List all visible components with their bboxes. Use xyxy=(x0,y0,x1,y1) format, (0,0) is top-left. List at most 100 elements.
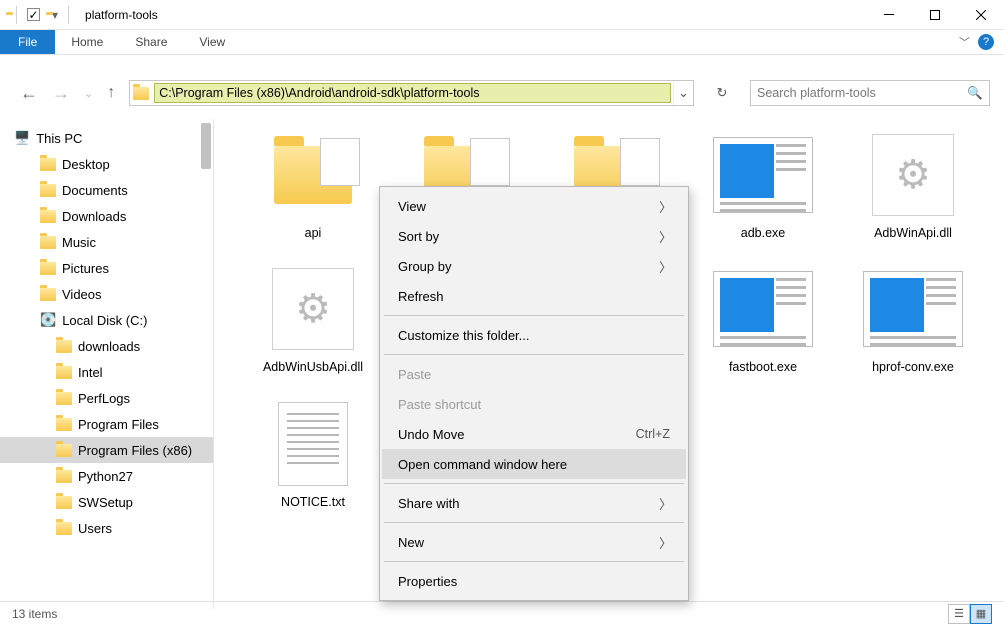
folder-icon xyxy=(56,496,72,509)
menu-item-refresh[interactable]: Refresh xyxy=(382,281,686,311)
tree-item-music[interactable]: Music xyxy=(0,229,213,255)
tree-item-label: downloads xyxy=(78,339,140,354)
details-view-button[interactable]: ☰ xyxy=(948,604,970,624)
tree-item-perflogs[interactable]: PerfLogs xyxy=(0,385,213,411)
tree-item-label: SWSetup xyxy=(78,495,133,510)
folder-icon xyxy=(56,522,72,535)
menu-separator xyxy=(384,522,684,523)
menu-item-sort-by[interactable]: Sort by〉 xyxy=(382,221,686,251)
file-item[interactable]: api xyxy=(238,133,388,241)
file-item[interactable]: adb.exe xyxy=(688,133,838,241)
folder-icon xyxy=(56,444,72,457)
menu-separator xyxy=(384,354,684,355)
file-item[interactable]: hprof-conv.exe xyxy=(838,267,988,375)
menu-item-label: New xyxy=(398,535,424,550)
tree-item-videos[interactable]: Videos xyxy=(0,281,213,307)
navigation-pane: 🖥️This PCDesktop Documents Downloads Music P… xyxy=(0,119,214,609)
menu-item-paste: Paste xyxy=(382,359,686,389)
tab-view[interactable]: View xyxy=(183,30,241,54)
address-dropdown-icon[interactable]: ⌄ xyxy=(673,81,693,105)
scrollbar-thumb[interactable] xyxy=(201,123,211,169)
file-tab[interactable]: File xyxy=(0,30,55,54)
menu-item-properties[interactable]: Properties xyxy=(382,566,686,596)
tree-item-label: Intel xyxy=(78,365,103,380)
menu-item-undo-move[interactable]: Undo MoveCtrl+Z xyxy=(382,419,686,449)
search-placeholder: Search platform-tools xyxy=(757,86,876,100)
submenu-arrow-icon: 〉 xyxy=(659,197,672,216)
tree-item-swsetup[interactable]: SWSetup xyxy=(0,489,213,515)
menu-item-open-command-window-here[interactable]: Open command window here xyxy=(382,449,686,479)
file-item[interactable]: fastboot.exe xyxy=(688,267,838,375)
tree-item-program-files[interactable]: Program Files xyxy=(0,411,213,437)
tree-item-this-pc[interactable]: 🖥️This PC xyxy=(0,125,213,151)
menu-item-share-with[interactable]: Share with〉 xyxy=(382,488,686,518)
tree-item-desktop[interactable]: Desktop xyxy=(0,151,213,177)
refresh-button[interactable]: ↻ xyxy=(708,85,736,101)
dll-icon: ⚙ xyxy=(272,268,354,350)
submenu-arrow-icon: 〉 xyxy=(659,227,672,246)
navbar: ← → ⌄ ↑ C:\Program Files (x86)\Android\a… xyxy=(0,75,1004,111)
text-file-icon xyxy=(278,402,348,486)
status-bar: 13 items ☰ ▦ xyxy=(0,601,1004,625)
exe-icon xyxy=(713,271,813,347)
tree-item-label: Music xyxy=(62,235,96,250)
tree-item-label: Program Files xyxy=(78,417,159,432)
menu-item-label: Group by xyxy=(398,259,451,274)
tree-item-documents[interactable]: Documents xyxy=(0,177,213,203)
menu-item-paste-shortcut: Paste shortcut xyxy=(382,389,686,419)
tree-item-local-disk-c-[interactable]: 💽Local Disk (C:) xyxy=(0,307,213,333)
search-icon: 🔍 xyxy=(967,86,983,101)
tree-item-intel[interactable]: Intel xyxy=(0,359,213,385)
folder-icon xyxy=(56,392,72,405)
file-label: adb.exe xyxy=(741,225,785,241)
address-path[interactable]: C:\Program Files (x86)\Android\android-s… xyxy=(154,83,671,103)
folder-icon xyxy=(56,418,72,431)
maximize-button[interactable] xyxy=(912,0,958,30)
submenu-arrow-icon: 〉 xyxy=(659,533,672,552)
file-label: hprof-conv.exe xyxy=(872,359,954,375)
tree-item-label: Python27 xyxy=(78,469,133,484)
menu-item-label: Refresh xyxy=(398,289,444,304)
file-item[interactable]: ⚙ AdbWinUsbApi.dll xyxy=(238,267,388,375)
menu-item-label: Customize this folder... xyxy=(398,328,530,343)
back-button[interactable]: ← xyxy=(20,83,38,104)
menu-item-new[interactable]: New 〉 xyxy=(382,527,686,557)
tree-item-downloads[interactable]: Downloads xyxy=(0,203,213,229)
tree-item-label: This PC xyxy=(36,131,82,146)
submenu-arrow-icon: 〉 xyxy=(659,494,672,513)
tree-item-label: PerfLogs xyxy=(78,391,130,406)
file-item[interactable]: NOTICE.txt xyxy=(238,402,388,510)
icons-view-button[interactable]: ▦ xyxy=(970,604,992,624)
recent-locations-button[interactable]: ⌄ xyxy=(84,87,93,100)
tree-item-label: Users xyxy=(78,521,112,536)
help-icon[interactable]: ? xyxy=(978,34,994,50)
menu-item-view[interactable]: View〉 xyxy=(382,191,686,221)
window-title: platform-tools xyxy=(85,8,158,22)
menu-item-label: Open command window here xyxy=(398,457,567,472)
ribbon-collapse-icon[interactable]: ﹀ xyxy=(959,34,970,50)
file-label: AdbWinUsbApi.dll xyxy=(263,359,363,375)
menu-separator xyxy=(384,483,684,484)
tree-item-label: Documents xyxy=(62,183,128,198)
tab-share[interactable]: Share xyxy=(119,30,183,54)
tree-item-pictures[interactable]: Pictures xyxy=(0,255,213,281)
folder-icon xyxy=(56,340,72,353)
forward-button[interactable]: → xyxy=(52,83,70,104)
up-button[interactable]: ↑ xyxy=(107,84,115,102)
folder-icon xyxy=(40,210,56,223)
qat-dropdown-icon[interactable]: ▾ xyxy=(52,8,58,22)
menu-item-customize-this-folder-[interactable]: Customize this folder... xyxy=(382,320,686,350)
tab-home[interactable]: Home xyxy=(55,30,119,54)
minimize-button[interactable] xyxy=(866,0,912,30)
close-button[interactable] xyxy=(958,0,1004,30)
menu-item-group-by[interactable]: Group by〉 xyxy=(382,251,686,281)
address-bar[interactable]: C:\Program Files (x86)\Android\android-s… xyxy=(129,80,694,106)
tree-item-downloads[interactable]: downloads xyxy=(0,333,213,359)
file-item[interactable]: ⚙AdbWinApi.dll xyxy=(838,133,988,241)
tree-item-program-files-x86-[interactable]: Program Files (x86) xyxy=(0,437,213,463)
tree-item-users[interactable]: Users xyxy=(0,515,213,541)
search-input[interactable]: Search platform-tools 🔍 xyxy=(750,80,990,106)
qat-checkbox-icon[interactable]: ✓ xyxy=(27,8,40,21)
folder-icon xyxy=(40,262,56,275)
tree-item-python27[interactable]: Python27 xyxy=(0,463,213,489)
